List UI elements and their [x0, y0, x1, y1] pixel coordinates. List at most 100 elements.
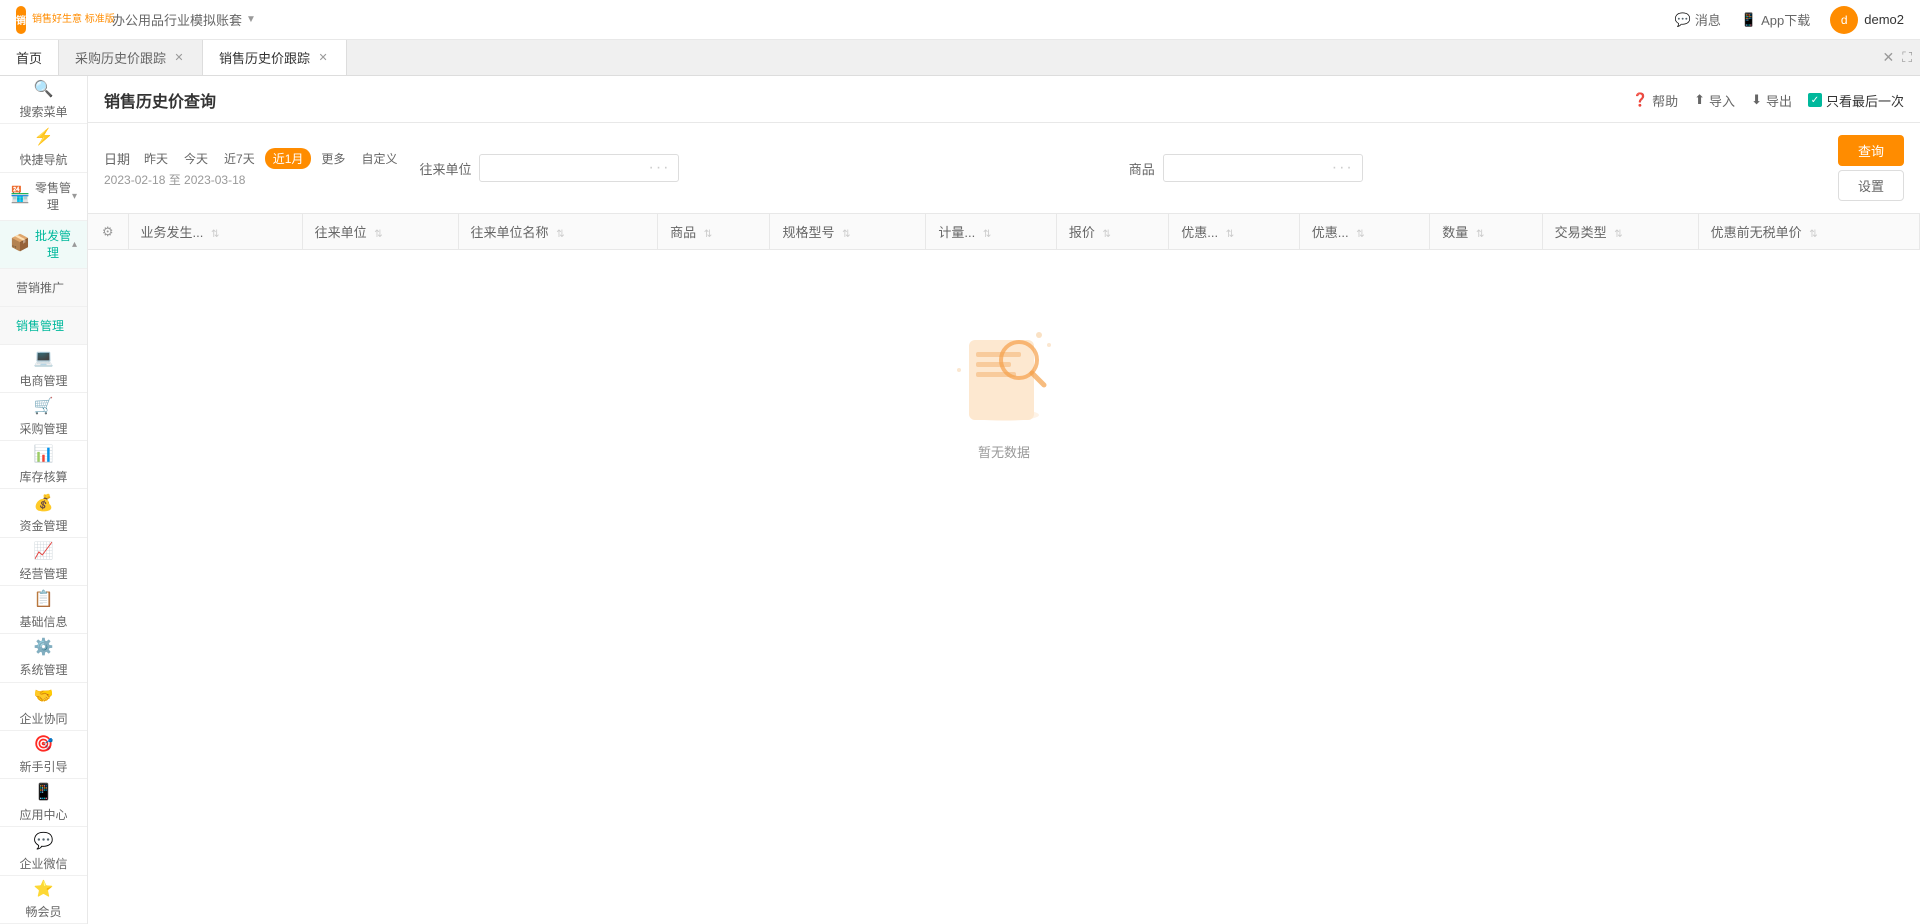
app-download-button[interactable]: 📱 App下载: [1741, 10, 1810, 29]
sidebar-item-guide[interactable]: 🎯 新手引导: [0, 731, 87, 779]
only-last-label: 只看最后一次: [1826, 91, 1904, 110]
date-btn-last1month[interactable]: 近1月: [265, 148, 312, 169]
th-quote-sort-icon: ⇅: [1103, 229, 1111, 240]
empty-state: 暂无数据: [88, 250, 1920, 521]
search-icon: 🔍: [34, 79, 54, 99]
date-range-display: 2023-02-18 至 2023-03-18: [104, 171, 403, 188]
sidebar-item-member[interactable]: ⭐ 畅会员: [0, 876, 87, 924]
sidebar-ecommerce-label: 电商管理: [19, 372, 67, 389]
th-discount1[interactable]: 优惠... ⇅: [1169, 214, 1300, 250]
sidebar-item-search[interactable]: 🔍 搜索菜单: [0, 76, 87, 124]
date-btn-last7[interactable]: 近7天: [218, 148, 261, 169]
sidebar-item-apps[interactable]: 📱 应用中心: [0, 779, 87, 827]
import-icon: ⬆: [1694, 92, 1705, 108]
sidebar-basic-label: 基础信息: [19, 613, 67, 630]
th-business-date[interactable]: 业务发生... ⇅: [128, 214, 302, 250]
data-table: ⚙ 业务发生... ⇅ 往来单位 ⇅ 往来单位名称: [88, 214, 1920, 250]
th-unit[interactable]: 计量... ⇅: [926, 214, 1057, 250]
wholesale-icon: 📦: [10, 233, 30, 253]
th-unit-label: 计量...: [938, 225, 975, 240]
export-button[interactable]: ⬇ 导出: [1751, 91, 1792, 110]
sidebar-item-retail[interactable]: 🏪 零售管理 ▾: [0, 173, 87, 221]
sidebar-item-inventory[interactable]: 📊 库存核算: [0, 441, 87, 489]
sidebar-item-purchase[interactable]: 🛒 采购管理: [0, 393, 87, 441]
only-last-checkbox-icon: ✓: [1808, 93, 1822, 107]
only-last-checkbox-label[interactable]: ✓ 只看最后一次: [1808, 91, 1904, 110]
th-discount2-label: 优惠...: [1312, 225, 1349, 240]
app-title[interactable]: 办公用品行业模拟账套 ▼: [112, 10, 256, 29]
sidebar-item-shortcut[interactable]: ⚡ 快捷导航: [0, 124, 87, 172]
wechat-icon: 💬: [34, 831, 54, 851]
th-goods[interactable]: 商品 ⇅: [658, 214, 770, 250]
th-partner-name[interactable]: 往来单位名称 ⇅: [458, 214, 658, 250]
message-button[interactable]: 💬 消息: [1675, 10, 1721, 29]
sidebar-wholesale-label: 批发管理: [34, 227, 72, 261]
th-discount2[interactable]: 优惠... ⇅: [1299, 214, 1430, 250]
app-download-label: App下载: [1761, 10, 1810, 29]
help-button[interactable]: ❓ 帮助: [1632, 91, 1678, 110]
tab-home[interactable]: 首页: [0, 40, 59, 75]
tab-sales-history[interactable]: 销售历史价跟踪 ✕: [203, 40, 347, 75]
goods-input[interactable]: ···: [1163, 154, 1363, 182]
app-download-icon: 📱: [1741, 12, 1757, 28]
filter-area: 日期 昨天 今天 近7天 近1月 更多 自定义 2023-02-18 至 202…: [88, 123, 1920, 214]
table-header: ⚙ 业务发生... ⇅ 往来单位 ⇅ 往来单位名称: [88, 214, 1920, 250]
apps-icon: 📱: [34, 782, 54, 802]
header-right: 💬 消息 📱 App下载 d demo2: [1675, 6, 1904, 34]
th-quote-label: 报价: [1069, 225, 1095, 240]
sidebar-item-basic[interactable]: 📋 基础信息: [0, 586, 87, 634]
main-layout: 🔍 搜索菜单 ⚡ 快捷导航 🏪 零售管理 ▾ 📦 批发管理 ▴ 营销: [0, 76, 1920, 924]
sidebar-item-wholesale[interactable]: 📦 批发管理 ▴: [0, 221, 87, 269]
sidebar-system-label: 系统管理: [19, 661, 67, 678]
sidebar-item-marketing[interactable]: 营销推广: [0, 269, 87, 307]
date-filter-group: 日期 昨天 今天 近7天 近1月 更多 自定义 2023-02-18 至 202…: [104, 148, 403, 188]
tab-close-all-icon[interactable]: ✕: [1882, 49, 1894, 66]
wholesale-chevron-up-icon: ▴: [72, 239, 77, 250]
partner-input[interactable]: ···: [479, 154, 679, 182]
th-spec[interactable]: 规格型号 ⇅: [770, 214, 926, 250]
th-quantity-sort-icon: ⇅: [1476, 229, 1484, 240]
inventory-icon: 📊: [34, 444, 54, 464]
date-btn-today[interactable]: 今天: [178, 148, 214, 169]
th-trade-type-sort-icon: ⇅: [1614, 229, 1622, 240]
th-partner-code[interactable]: 往来单位 ⇅: [302, 214, 458, 250]
import-button[interactable]: ⬆ 导入: [1694, 91, 1735, 110]
th-quantity[interactable]: 数量 ⇅: [1430, 214, 1542, 250]
system-icon: ⚙️: [34, 637, 54, 657]
help-label: 帮助: [1652, 91, 1678, 110]
th-pretax-price[interactable]: 优惠前无税单价 ⇅: [1698, 214, 1919, 250]
th-trade-type[interactable]: 交易类型 ⇅: [1542, 214, 1698, 250]
th-pretax-price-sort-icon: ⇅: [1809, 229, 1817, 240]
th-settings[interactable]: ⚙: [88, 214, 128, 250]
sidebar-item-wechat[interactable]: 💬 企业微信: [0, 827, 87, 875]
sidebar-wechat-label: 企业微信: [19, 855, 67, 872]
date-range-buttons: 昨天 今天 近7天 近1月 更多 自定义: [138, 148, 403, 169]
sidebar-item-business[interactable]: 📈 经营管理: [0, 538, 87, 586]
partner-input-dots: ···: [648, 159, 670, 177]
tab-purchase-history[interactable]: 采购历史价跟踪 ✕: [59, 40, 203, 75]
th-trade-type-label: 交易类型: [1555, 225, 1607, 240]
username: demo2: [1864, 12, 1904, 27]
sidebar-item-sales[interactable]: 销售管理: [0, 307, 87, 345]
th-business-date-sort-icon: ⇅: [211, 229, 219, 240]
retail-chevron-down-icon: ▾: [72, 191, 77, 202]
date-btn-more[interactable]: 更多: [315, 148, 351, 169]
import-label: 导入: [1709, 91, 1735, 110]
tab-purchase-history-close-icon[interactable]: ✕: [172, 51, 186, 65]
table-settings-icon[interactable]: ⚙: [102, 224, 114, 239]
sidebar-item-enterprise[interactable]: 🤝 企业协同: [0, 683, 87, 731]
tab-sales-history-close-icon[interactable]: ✕: [316, 51, 330, 65]
date-btn-custom[interactable]: 自定义: [355, 148, 403, 169]
th-quote[interactable]: 报价 ⇅: [1056, 214, 1168, 250]
sidebar-item-system[interactable]: ⚙️ 系统管理: [0, 634, 87, 682]
sidebar-item-ecommerce[interactable]: 💻 电商管理: [0, 345, 87, 393]
user-area[interactable]: d demo2: [1830, 6, 1904, 34]
sidebar-item-finance[interactable]: 💰 资金管理: [0, 489, 87, 537]
export-label: 导出: [1766, 91, 1792, 110]
query-button[interactable]: 查询: [1838, 135, 1904, 166]
header-left: 销 销售好生意 标准版 办公用品行业模拟账套 ▼: [16, 6, 256, 34]
date-btn-yesterday[interactable]: 昨天: [138, 148, 174, 169]
settings-button[interactable]: 设置: [1838, 170, 1904, 201]
tab-maximize-icon[interactable]: ⛶: [1902, 49, 1912, 66]
guide-icon: 🎯: [34, 734, 54, 754]
